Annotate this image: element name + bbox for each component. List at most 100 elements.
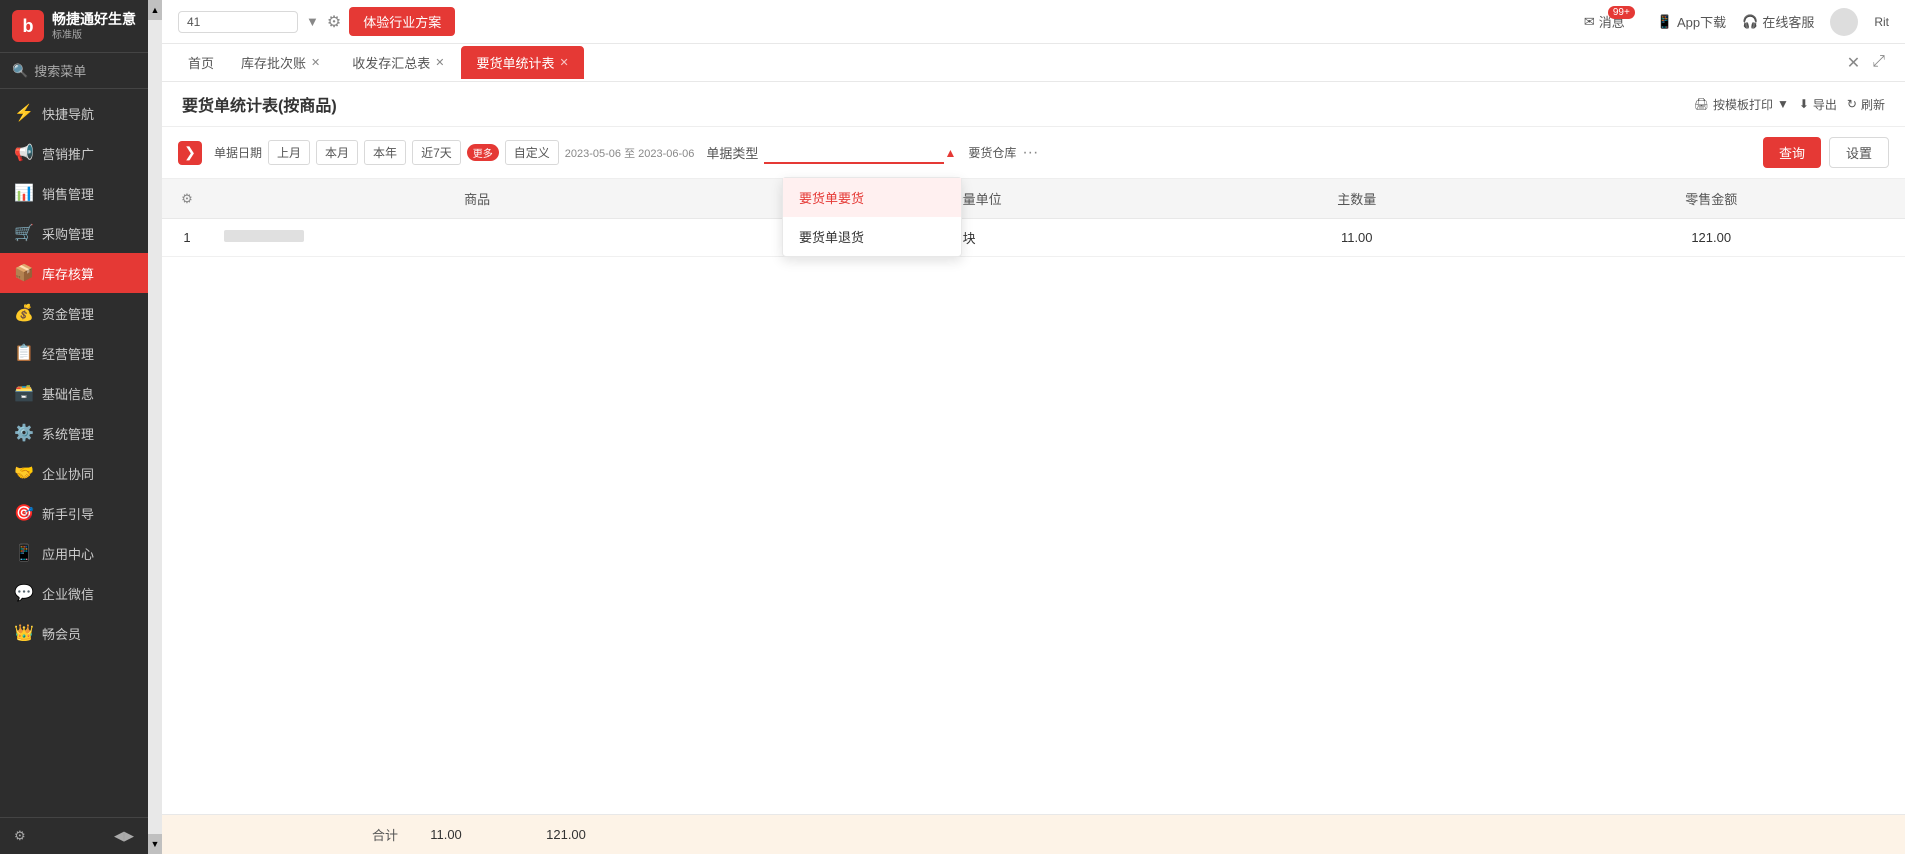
type-filter-label: 单据类型 (706, 143, 758, 162)
dropdown-item-return[interactable]: 要货单退货 (783, 217, 961, 256)
search-menu[interactable]: 🔍 搜索菜单 (0, 53, 148, 89)
date-filter-label: 单据日期 (214, 144, 262, 161)
sidebar-item-label: 快捷导航 (42, 104, 94, 123)
sidebar-item-label: 企业协同 (42, 464, 94, 483)
tab-order-stats[interactable]: 要货单统计表 ✕ (461, 46, 583, 79)
sidebar-item-operations[interactable]: 📋 经营管理 (0, 333, 148, 373)
sidebar-item-label: 畅会员 (42, 624, 81, 643)
topbar-settings-icon[interactable]: ⚙ (327, 12, 341, 32)
col-settings[interactable]: ⚙ (162, 179, 212, 219)
date-last-month-button[interactable]: 上月 (268, 140, 310, 165)
dropdown-item-delivery[interactable]: 要货单要货 (783, 178, 961, 217)
app-download-button[interactable]: 📱 App下载 (1657, 12, 1726, 31)
refresh-button[interactable]: ↻ 刷新 (1847, 96, 1885, 113)
sidebar-item-member[interactable]: 👑 畅会员 (0, 613, 148, 653)
topbar-left: ▼ ⚙ 体验行业方案 (178, 7, 1572, 36)
filter-expand-button[interactable]: ❯ (178, 141, 202, 165)
print-button[interactable]: 🖨 按模板打印 ▼ (1694, 96, 1789, 113)
table-row: 1 块 11.00 121.00 (162, 219, 1905, 257)
search-icon: 🔍 (12, 63, 28, 79)
sidebar-item-purchase[interactable]: 🛒 采购管理 (0, 213, 148, 253)
industry-solution-button[interactable]: 体验行业方案 (349, 7, 455, 36)
content-area: 要货单统计表(按商品) 🖨 按模板打印 ▼ ⬇ 导出 ↻ 刷新 ❯ (162, 82, 1905, 854)
operations-icon: 📋 (14, 343, 34, 363)
type-select-arrow[interactable]: ▲ (944, 146, 956, 160)
sidebar-item-finance[interactable]: 💰 资金管理 (0, 293, 148, 333)
online-service-button[interactable]: 🎧 在线客服 (1742, 12, 1814, 31)
tab-close-all-icon[interactable]: ✕ (1843, 51, 1864, 75)
collapse-icon[interactable]: ◀▶ (114, 828, 134, 844)
tab-expand-icon[interactable]: ⤢ (1868, 51, 1889, 75)
finance-icon: 💰 (14, 303, 34, 323)
product-placeholder (224, 230, 304, 242)
sidebar-item-wechat[interactable]: 💬 企业微信 (0, 573, 148, 613)
col-amount: 零售金额 (1517, 179, 1905, 219)
sidebar-item-marketing[interactable]: 📢 营销推广 (0, 133, 148, 173)
scroll-up-btn[interactable]: ▲ (148, 0, 162, 20)
sidebar-item-label: 经营管理 (42, 344, 94, 363)
query-button[interactable]: 查询 (1763, 137, 1821, 168)
sidebar-item-inventory[interactable]: 📦 库存核算 (0, 253, 148, 293)
app-download-icon: 📱 (1657, 14, 1673, 30)
type-select-container: ▲ (764, 142, 956, 164)
date-more-tag[interactable]: 更多 (467, 144, 499, 161)
warehouse-filter-group: 要货仓库 ··· (968, 144, 1038, 162)
tab-close-receivables[interactable]: ✕ (435, 56, 444, 69)
sidebar-item-appstore[interactable]: 📱 应用中心 (0, 533, 148, 573)
messages-button[interactable]: ✉ 消息 99+ (1584, 12, 1625, 31)
wechat-icon: 💬 (14, 583, 34, 603)
cell-product (212, 219, 742, 257)
data-table: ⚙ 商品 主计量单位 主数量 零售金额 1 块 11.00 (162, 179, 1905, 257)
tab-label: 库存批次账 (241, 53, 306, 72)
sidebar-item-label: 营销推广 (42, 144, 94, 163)
topbar: ▼ ⚙ 体验行业方案 ✉ 消息 99+ 📱 App下载 🎧 在线客服 Rit (162, 0, 1905, 44)
date-filter-group: 单据日期 上月 本月 本年 近7天 更多 自定义 2023-05-06 至 20… (214, 140, 694, 165)
sidebar-item-sales[interactable]: 📊 销售管理 (0, 173, 148, 213)
col-quantity: 主数量 (1196, 179, 1517, 219)
tab-home[interactable]: 首页 (178, 47, 224, 78)
tab-inventory-batch[interactable]: 库存批次账 ✕ (226, 46, 335, 79)
user-avatar[interactable] (1830, 8, 1858, 36)
date-custom-button[interactable]: 自定义 (505, 140, 559, 165)
tab-close-order-stats[interactable]: ✕ (560, 56, 569, 69)
export-icon: ⬇ (1799, 97, 1809, 111)
sales-icon: 📊 (14, 183, 34, 203)
scroll-indicator: ▲ ▼ (148, 0, 162, 854)
sidebar-item-quick-nav[interactable]: ⚡ 快捷导航 (0, 93, 148, 133)
sidebar: b 畅捷通好生意 标准版 🔍 搜索菜单 ⚡ 快捷导航 📢 营销推广 📊 销售管理… (0, 0, 148, 854)
sidebar-item-system[interactable]: ⚙️ 系统管理 (0, 413, 148, 453)
warehouse-filter-label: 要货仓库 (968, 144, 1016, 161)
tab-close-inventory-batch[interactable]: ✕ (311, 56, 320, 69)
date-last-7days-button[interactable]: 近7天 (412, 140, 461, 165)
print-dropdown-icon[interactable]: ▼ (1777, 97, 1789, 111)
sidebar-item-basic[interactable]: 🗃️ 基础信息 (0, 373, 148, 413)
sidebar-item-enterprise[interactable]: 🤝 企业协同 (0, 453, 148, 493)
purchase-icon: 🛒 (14, 223, 34, 243)
export-label: 导出 (1813, 96, 1837, 113)
sidebar-item-label: 系统管理 (42, 424, 94, 443)
filter-bar: ❯ 单据日期 上月 本月 本年 近7天 更多 自定义 2023-05-06 至 … (162, 127, 1905, 179)
dropdown-arrow-icon[interactable]: ▼ (306, 14, 319, 29)
tab-receivables[interactable]: 收发存汇总表 ✕ (337, 46, 459, 79)
warehouse-more-button[interactable]: ··· (1022, 144, 1038, 162)
sidebar-item-guide[interactable]: 🎯 新手引导 (0, 493, 148, 533)
tabbar-right: ✕ ⤢ (1843, 51, 1889, 75)
scroll-down-btn[interactable]: ▼ (148, 834, 162, 854)
guide-icon: 🎯 (14, 503, 34, 523)
date-this-month-button[interactable]: 本月 (316, 140, 358, 165)
filter-settings-button[interactable]: 设置 (1829, 137, 1889, 168)
sidebar-item-label: 应用中心 (42, 544, 94, 563)
logo-icon: b (12, 10, 44, 42)
page-actions: 🖨 按模板打印 ▼ ⬇ 导出 ↻ 刷新 (1694, 96, 1885, 113)
column-settings-icon[interactable]: ⚙ (181, 191, 193, 206)
enterprise-icon: 🤝 (14, 463, 34, 483)
sidebar-bottom: ⚙ ◀▶ (0, 817, 148, 854)
export-button[interactable]: ⬇ 导出 (1799, 96, 1837, 113)
breadcrumb-input[interactable] (178, 11, 298, 33)
member-icon: 👑 (14, 623, 34, 643)
settings-bottom-icon[interactable]: ⚙ (14, 828, 26, 844)
date-this-year-button[interactable]: 本年 (364, 140, 406, 165)
tab-label: 要货单统计表 (476, 53, 554, 72)
refresh-label: 刷新 (1861, 96, 1885, 113)
type-select-input[interactable] (764, 142, 944, 164)
